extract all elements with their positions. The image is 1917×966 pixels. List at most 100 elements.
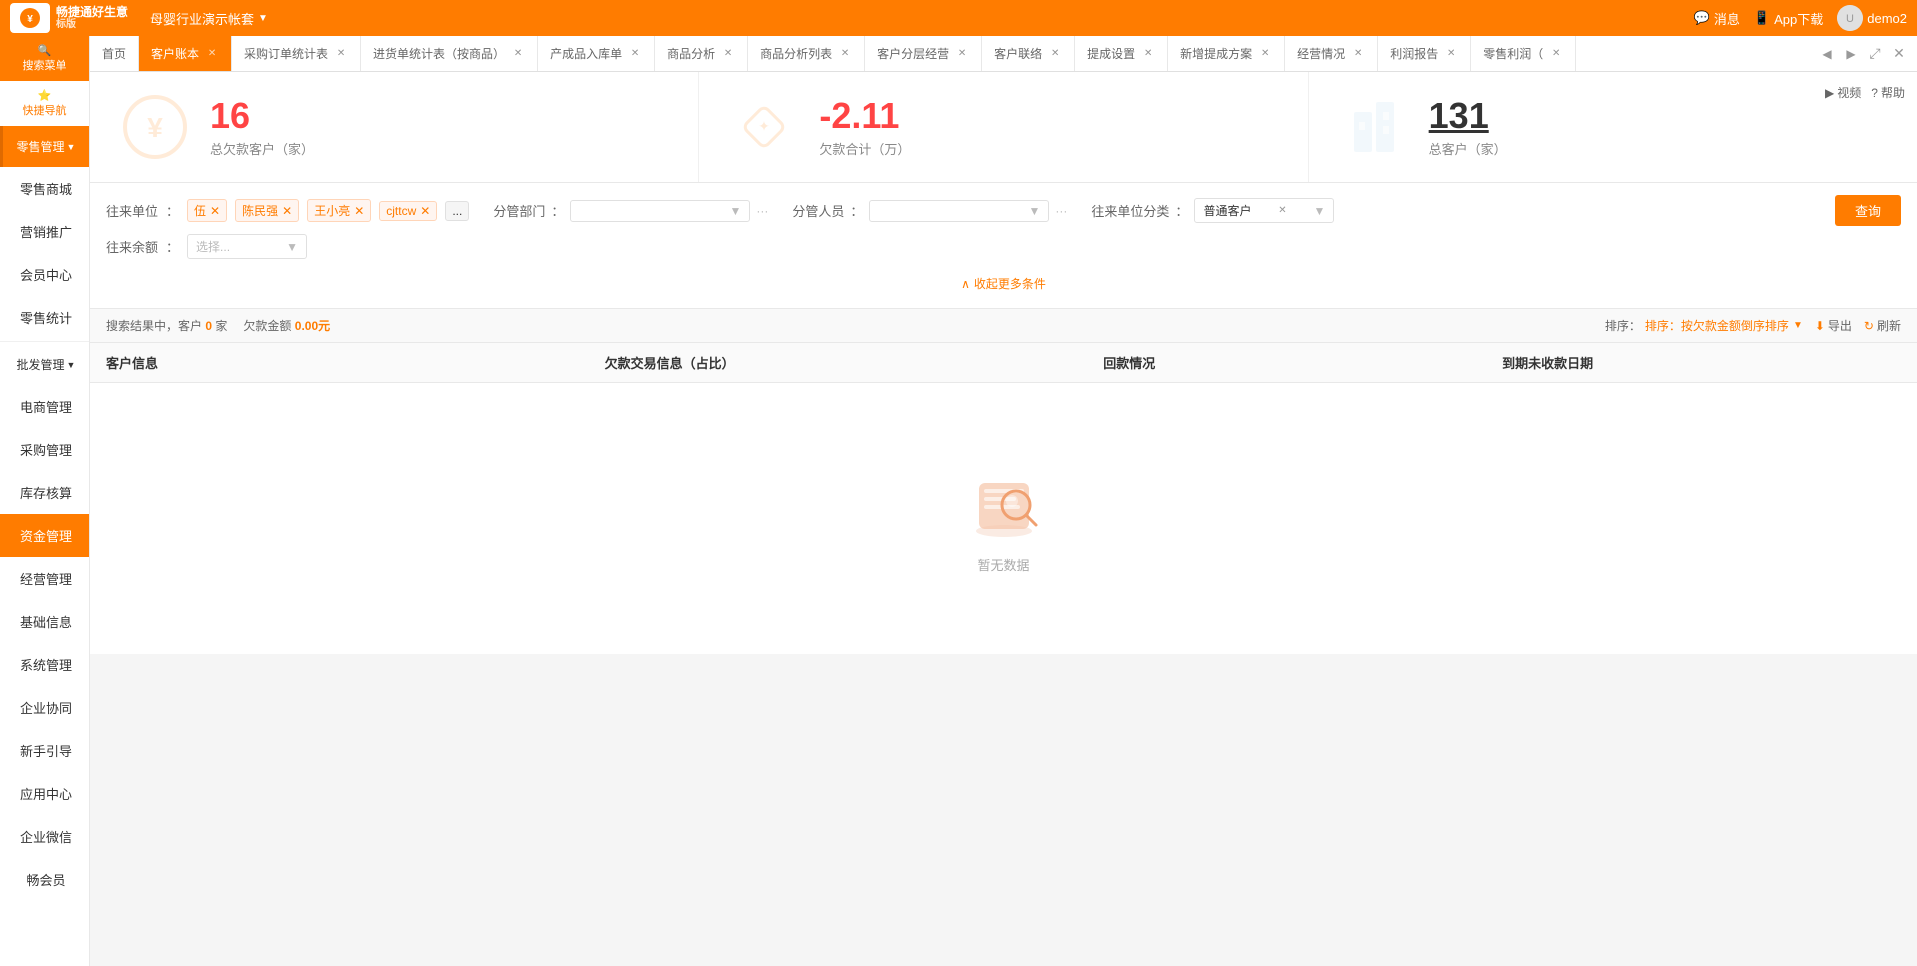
tab-new-improve-close[interactable]: ✕	[1258, 47, 1272, 61]
tab-profit-report-close[interactable]: ✕	[1444, 47, 1458, 61]
sidebar-item-enterprise-coop[interactable]: 企业协同	[0, 686, 89, 729]
tab-purchase-order-close[interactable]: ✕	[334, 47, 348, 61]
tab-controls: ◀ ▶ ⤢ ✕	[1809, 44, 1917, 64]
sidebar-quick-nav[interactable]: ⭐ 快捷导航	[0, 81, 89, 126]
filter-dept-label: 分管部门	[493, 201, 545, 220]
tab-customer-contact[interactable]: 客户联络 ✕	[982, 36, 1075, 71]
sort-button[interactable]: 排序： 排序：按欠款金额倒序排序 ▼	[1605, 317, 1803, 334]
collapse-btn[interactable]: ∧ 收起更多条件	[106, 271, 1901, 296]
tab-new-improve[interactable]: 新增提成方案 ✕	[1168, 36, 1285, 71]
message-btn[interactable]: 💬 消息	[1694, 9, 1740, 28]
filter-personnel-group: 分管人员 ： ▼ ···	[792, 200, 1067, 222]
filter-more-tags[interactable]: ...	[445, 201, 469, 221]
filter-tag-cjttcw-remove[interactable]: ✕	[420, 204, 430, 218]
tab-customer-segment[interactable]: 客户分层经营 ✕	[865, 36, 982, 71]
sidebar-item-retail-mgmt-label: 零售管理	[17, 138, 65, 155]
tab-product-analysis-close[interactable]: ✕	[721, 47, 735, 61]
sidebar-item-operation[interactable]: 经营管理	[0, 557, 89, 600]
tab-customer-contact-label: 客户联络	[994, 45, 1042, 62]
sidebar-item-app-center[interactable]: 应用中心	[0, 772, 89, 815]
workspace-selector-wrap[interactable]: 母婴行业演示帐套 ▼	[150, 9, 268, 28]
page-content: ¥ 16 总欠款客户（家） ✦	[90, 72, 1917, 966]
tab-profit-report[interactable]: 利润报告 ✕	[1378, 36, 1471, 71]
sidebar-search-label: 搜索菜单	[6, 57, 83, 73]
tab-customer-segment-close[interactable]: ✕	[955, 47, 969, 61]
tab-purchase-order[interactable]: 采购订单统计表 ✕	[232, 36, 361, 71]
filter-dept-more[interactable]: ···	[756, 204, 768, 218]
filter-dept-arrow: ▼	[729, 204, 741, 218]
tab-inbound-stats-label: 进货单统计表（按商品）	[373, 45, 505, 62]
sidebar-item-member-center[interactable]: 会员中心	[0, 253, 89, 296]
stat-card-debtors: ¥ 16 总欠款客户（家）	[90, 72, 699, 182]
filter-tag-wu-remove[interactable]: ✕	[210, 204, 220, 218]
tab-improve-settings-close[interactable]: ✕	[1141, 47, 1155, 61]
filter-tag-chen-remove[interactable]: ✕	[282, 204, 292, 218]
tab-customer-contact-close[interactable]: ✕	[1048, 47, 1062, 61]
video-btn[interactable]: ▶ 视频	[1825, 84, 1861, 101]
sidebar-item-retail-mall[interactable]: 零售商城	[0, 167, 89, 210]
filter-category-input[interactable]: 普通客户 ✕ ▼	[1194, 198, 1334, 223]
tab-retail-profit[interactable]: 零售利润（ ✕	[1471, 36, 1576, 71]
sidebar-item-member[interactable]: 畅会员	[0, 858, 89, 901]
top-bar: ¥ 畅捷通好生意 标版 母婴行业演示帐套 ▼ 💬 消息 📱 App下载	[0, 0, 1917, 36]
sidebar-item-newbie[interactable]: 新手引导	[0, 729, 89, 772]
tab-next-btn[interactable]: ▶	[1841, 44, 1861, 64]
workspace-arrow[interactable]: ▼	[258, 13, 268, 24]
query-button[interactable]: 查询	[1835, 195, 1901, 226]
tab-operation-status-label: 经营情况	[1297, 45, 1345, 62]
user-menu[interactable]: U demo2	[1837, 5, 1907, 31]
export-btn[interactable]: ⬇ 导出	[1815, 317, 1852, 334]
sidebar-item-inventory[interactable]: 库存核算	[0, 471, 89, 514]
sidebar-item-purchase[interactable]: 采购管理	[0, 428, 89, 471]
filter-personnel-input[interactable]: ▼	[869, 200, 1049, 222]
customer-unit: 家	[215, 319, 227, 333]
filter-category-arrow: ▼	[1314, 204, 1326, 218]
filter-personnel-more[interactable]: ···	[1055, 204, 1067, 218]
filter-category-tag-remove[interactable]: ✕	[1278, 205, 1286, 216]
tab-home[interactable]: 首页	[90, 36, 139, 71]
filter-category-group: 往来单位分类 ： 普通客户 ✕ ▼	[1091, 198, 1334, 223]
tab-customer-account-close[interactable]: ✕	[205, 47, 219, 61]
refresh-btn[interactable]: ↻ 刷新	[1864, 317, 1901, 334]
tab-product-analysis-list[interactable]: 商品分析列表 ✕	[748, 36, 865, 71]
filter-tag-wang-remove[interactable]: ✕	[354, 204, 364, 218]
tab-product-analysis[interactable]: 商品分析 ✕	[655, 36, 748, 71]
filter-area: 往来单位 ： 伍 ✕ 陈民强 ✕ 王小亮 ✕	[90, 183, 1917, 309]
sidebar-item-capital[interactable]: 资金管理	[0, 514, 89, 557]
tab-inbound-stats-close[interactable]: ✕	[511, 47, 525, 61]
sidebar-item-wholesale[interactable]: 批发管理 ▼	[0, 344, 89, 385]
tab-product-analysis-list-close[interactable]: ✕	[838, 47, 852, 61]
help-btn[interactable]: ? 帮助	[1871, 84, 1905, 101]
sidebar-item-basic-info[interactable]: 基础信息	[0, 600, 89, 643]
message-label: 消息	[1714, 9, 1740, 28]
tab-operation-status[interactable]: 经营情况 ✕	[1285, 36, 1378, 71]
sidebar-item-enterprise-wechat[interactable]: 企业微信	[0, 815, 89, 858]
sidebar-item-marketing-label: 营销推广	[20, 225, 72, 240]
tab-improve-settings[interactable]: 提成设置 ✕	[1075, 36, 1168, 71]
username-label: demo2	[1867, 11, 1907, 26]
tab-close-all-btn[interactable]: ✕	[1889, 44, 1909, 64]
tab-customer-account[interactable]: 客户账本 ✕	[139, 36, 232, 71]
sidebar-search[interactable]: 🔍 搜索菜单	[0, 36, 89, 81]
collapse-icon: ∧	[961, 277, 970, 291]
tab-inbound-stats[interactable]: 进货单统计表（按商品） ✕	[361, 36, 538, 71]
filter-dept-input[interactable]: ▼	[570, 200, 750, 222]
data-table: 客户信息 欠款交易信息（占比） 回款情况 到期未收款日期	[90, 343, 1917, 654]
filter-personnel-arrow: ▼	[1029, 204, 1041, 218]
tab-retail-profit-close[interactable]: ✕	[1549, 47, 1563, 61]
sidebar-item-retail-stats[interactable]: 零售统计	[0, 296, 89, 339]
sidebar-item-retail-mgmt[interactable]: 零售管理 ▼	[0, 126, 89, 167]
app-download-btn[interactable]: 📱 App下载	[1754, 9, 1823, 28]
sidebar-item-marketing[interactable]: 营销推广	[0, 210, 89, 253]
sidebar-item-basic-info-label: 基础信息	[20, 615, 72, 630]
col-header-repayment: 回款情况	[1103, 353, 1502, 372]
tab-cost-inbound-close[interactable]: ✕	[628, 47, 642, 61]
sidebar-item-ecommerce[interactable]: 电商管理	[0, 385, 89, 428]
stat-content-debt: -2.11 欠款合计（万）	[819, 96, 910, 159]
tab-operation-status-close[interactable]: ✕	[1351, 47, 1365, 61]
tab-prev-btn[interactable]: ◀	[1817, 44, 1837, 64]
filter-remain-input[interactable]: 选择... ▼	[187, 234, 307, 259]
tab-cost-inbound[interactable]: 产成品入库单 ✕	[538, 36, 655, 71]
tab-maximize-btn[interactable]: ⤢	[1865, 44, 1885, 64]
sidebar-item-system[interactable]: 系统管理	[0, 643, 89, 686]
